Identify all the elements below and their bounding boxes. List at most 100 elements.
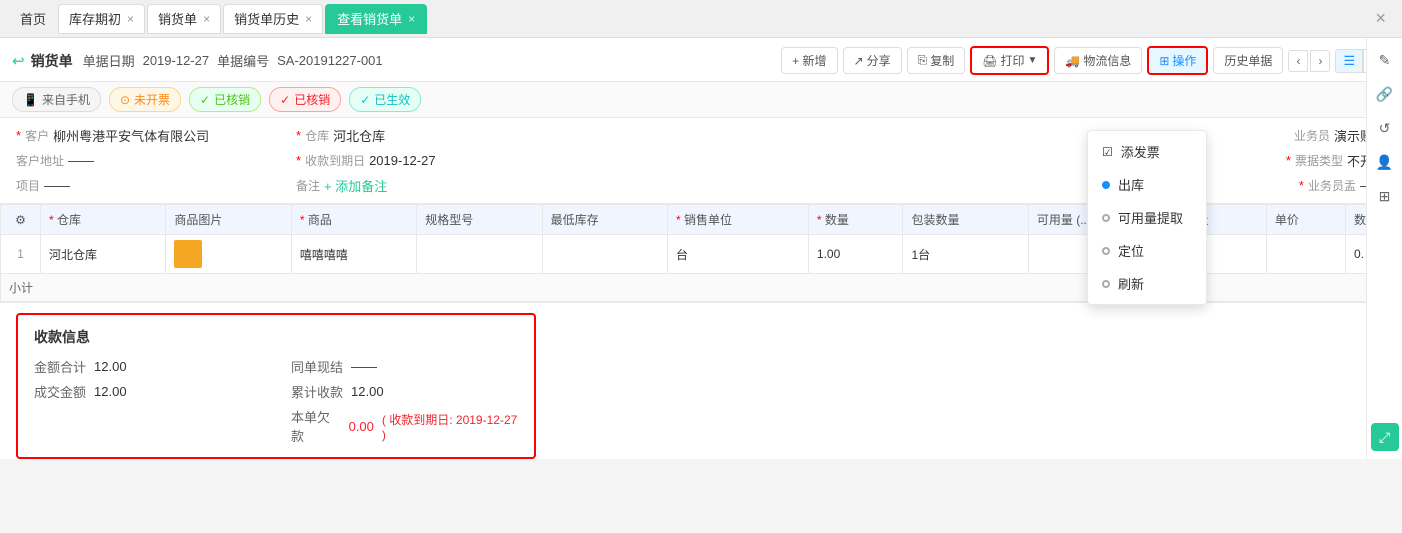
address-label: 客户地址 [16, 152, 64, 169]
payment-date-label: 收款到期日 [305, 152, 365, 169]
col-spec: 规格型号 [417, 205, 542, 235]
sold-btn[interactable]: ✓ 已核销 [269, 87, 341, 112]
payment-date-value: 2019-12-27 [369, 153, 436, 168]
date-label: 单据日期 [83, 51, 135, 70]
tab-sales-history[interactable]: 销货单历史 × [223, 4, 323, 34]
col-sales-unit: * 销售单位 [668, 205, 809, 235]
tab-close-sales[interactable]: × [203, 12, 210, 26]
prev-button[interactable]: ‹ [1288, 50, 1308, 72]
toolbar: + 新增 ↗ 分享 ⎘ 复制 🖨 打印 ▼ 🚚 物流信息 ⊞ 操作 [781, 46, 1390, 75]
row-sales-unit: 台 [668, 235, 809, 274]
col-warehouse: * 仓库 [41, 205, 166, 235]
col-product-img: 商品图片 [166, 205, 291, 235]
tab-close-view[interactable]: × [408, 12, 415, 26]
user-icon[interactable]: 👤 [1371, 148, 1399, 176]
warehouse-value: 河北仓库 [333, 126, 385, 145]
from-phone-btn[interactable]: 📱 来自手机 [12, 87, 101, 112]
outbound-dot-icon [1102, 181, 1110, 189]
edit-icon[interactable]: ✎ [1371, 46, 1399, 74]
not-open-btn[interactable]: ⊙ 未开票 [109, 87, 181, 112]
payment-box: 收款信息 金额合计 12.00 同单现结 —— 成交金额 12.00 累计收款 … [16, 313, 536, 459]
warehouse-label: 仓库 [305, 127, 329, 144]
logistics-button[interactable]: 🚚 物流信息 [1054, 47, 1142, 74]
menu-item-refresh[interactable]: 刷新 [1088, 267, 1206, 300]
menu-item-available-extract[interactable]: 可用量提取 [1088, 201, 1206, 234]
refresh-dot-icon [1102, 280, 1110, 288]
next-button[interactable]: › [1310, 50, 1330, 72]
tab-view-sales[interactable]: 查看销货单 × [325, 4, 427, 34]
transaction-value: 12.00 [94, 384, 127, 399]
cumulative-value: 12.00 [351, 384, 384, 399]
print-button[interactable]: 🖨 打印 ▼ [970, 46, 1049, 75]
row-min-stock [542, 235, 667, 274]
col-product: * 商品 [291, 205, 416, 235]
verified-btn[interactable]: ✓ 已核销 [189, 87, 261, 112]
row-num: 1 [1, 235, 41, 274]
doc-header: ↩ 销货单 单据日期 2019-12-27 单据编号 SA-20191227-0… [0, 38, 1402, 82]
available-dot-icon [1102, 214, 1110, 222]
copy-button[interactable]: ⎘ 复制 [907, 47, 966, 74]
same-order-label: 同单现结 [291, 357, 343, 376]
ticket-type-label: 票据类型 [1295, 152, 1343, 169]
remark-label: 备注 [296, 177, 320, 194]
add-remark-btn[interactable]: + 添加备注 [324, 176, 387, 195]
warehouse-field: * 仓库 河北仓库 [296, 126, 496, 145]
number-label: 单据编号 [217, 51, 269, 70]
doc-meta: 单据日期 2019-12-27 单据编号 SA-20191227-001 [83, 51, 383, 70]
doc-type-label: 销货单 [31, 51, 73, 71]
warehouse-req-mark: * [296, 128, 301, 143]
sales-staff-req-mark: * [1299, 178, 1304, 193]
product-image [174, 240, 202, 268]
share-button[interactable]: ↗ 分享 [843, 47, 902, 74]
customer-label: 客户 [25, 127, 49, 144]
payment-req-mark: * [296, 153, 301, 168]
effect-btn[interactable]: ✓ 已生效 [349, 87, 421, 112]
sales-staff-label: 业务员盂 [1308, 177, 1356, 194]
list-view-button[interactable]: ☰ [1335, 49, 1363, 73]
same-order-settle-row: 同单现结 —— [291, 357, 518, 376]
row-unit-price [1266, 235, 1345, 274]
operate-button[interactable]: ⊞ 操作 [1147, 46, 1208, 75]
customer-value: 柳州粤港平安气体有限公司 [53, 126, 209, 145]
tab-close-inventory[interactable]: × [127, 12, 134, 26]
window-close-button[interactable]: × [1367, 8, 1394, 29]
menu-item-add-invoice[interactable]: ☑ 添发票 [1088, 135, 1206, 168]
tab-inventory-init[interactable]: 库存期初 × [58, 4, 145, 34]
payment-title: 收款信息 [34, 327, 518, 347]
cumulative-label: 累计收款 [291, 382, 343, 401]
menu-item-outbound[interactable]: 出库 [1088, 168, 1206, 201]
sales-order-icon: ↩ [12, 52, 25, 70]
date-value: 2019-12-27 [143, 53, 210, 68]
expand-icon[interactable]: ⤢ [1371, 423, 1399, 451]
tab-sales-order[interactable]: 销货单 × [147, 4, 221, 34]
current-due-label: 本单欠款 [291, 407, 341, 445]
number-value: SA-20191227-001 [277, 53, 383, 68]
print-dropdown-icon: ▼ [1027, 55, 1037, 66]
tab-home[interactable]: 首页 [8, 4, 58, 34]
sync-icon[interactable]: ↺ [1371, 114, 1399, 142]
print-icon: 🖨 [982, 54, 997, 68]
locate-dot-icon [1102, 247, 1110, 255]
operate-icon: ⊞ [1159, 54, 1169, 68]
project-label: 项目 [16, 177, 40, 194]
link-icon[interactable]: 🔗 [1371, 80, 1399, 108]
col-settings: ⚙ [1, 205, 41, 235]
ticket-req-mark: * [1286, 153, 1291, 168]
col-min-stock: 最低库存 [542, 205, 667, 235]
project-value: —— [44, 178, 70, 193]
due-date-text: ( 收款到期日: 2019-12-27 ) [382, 411, 518, 442]
table-icon[interactable]: ⊞ [1371, 182, 1399, 210]
menu-item-locate[interactable]: 定位 [1088, 234, 1206, 267]
history-button[interactable]: 历史单据 [1213, 47, 1283, 74]
amount-total-row: 金额合计 12.00 [34, 357, 261, 376]
transaction-amount-row: 成交金额 12.00 [34, 382, 261, 401]
tab-close-history[interactable]: × [305, 12, 312, 26]
amount-total-value: 12.00 [94, 359, 127, 374]
staff-label: 业务员 [1294, 127, 1330, 144]
new-button[interactable]: + 新增 [781, 47, 837, 74]
current-due-row: 本单欠款 0.00 ( 收款到期日: 2019-12-27 ) [291, 407, 518, 445]
address-value: —— [68, 153, 94, 168]
add-invoice-check-icon: ☑ [1102, 145, 1113, 159]
row-product: 嘻嘻嘻嘻 [291, 235, 416, 274]
payment-date-field: * 收款到期日 2019-12-27 [296, 152, 496, 169]
